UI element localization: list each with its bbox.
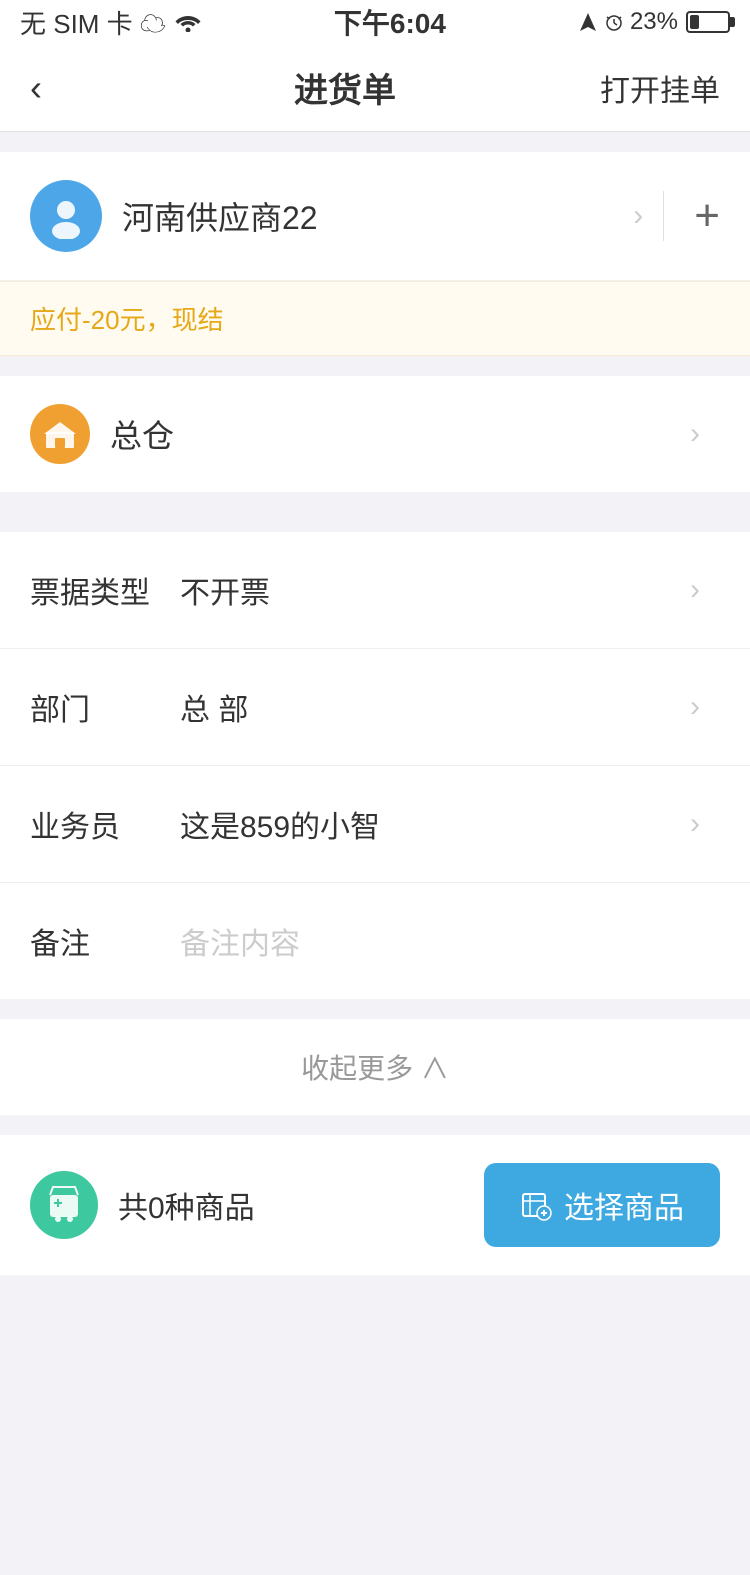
- location-icon: [578, 12, 598, 32]
- bottom-bar: 共0种商品 选择商品: [0, 1135, 750, 1275]
- remark-input[interactable]: 备注内容: [150, 919, 720, 963]
- notice-row: 应付-20元，现结: [0, 281, 750, 356]
- select-product-icon: [520, 1189, 552, 1221]
- warehouse-chevron-icon: ›: [690, 417, 700, 451]
- product-count-area: 共0种商品: [30, 1171, 255, 1239]
- battery-percent: 23%: [630, 8, 678, 36]
- warehouse-building-icon: [42, 416, 78, 452]
- department-chevron-icon: ›: [690, 690, 700, 724]
- form-section: 票据类型 不开票 › 部门 总 部 › 业务员 这是859的小智 › 备注 备注…: [0, 532, 750, 999]
- warehouse-icon-wrap: [30, 404, 90, 464]
- select-product-button[interactable]: 选择商品: [484, 1163, 720, 1247]
- supplier-avatar: [30, 180, 102, 252]
- product-count-text: 共0种商品: [118, 1183, 255, 1227]
- product-icon-wrap: [30, 1171, 98, 1239]
- warehouse-name: 总仓: [110, 411, 690, 457]
- alarm-icon: [604, 12, 624, 32]
- section-gap-1: [0, 132, 750, 152]
- remark-label: 备注: [30, 919, 150, 963]
- collapse-row[interactable]: 收起更多 ∧: [0, 1019, 750, 1115]
- supplier-chevron-icon: ›: [633, 199, 643, 233]
- page-title: 进货单: [294, 63, 396, 112]
- battery-icon: [686, 11, 730, 33]
- status-left: 无 SIM 卡 ☁: [20, 4, 202, 41]
- section-gap-2: [0, 356, 750, 376]
- salesman-chevron-icon: ›: [690, 807, 700, 841]
- remark-row[interactable]: 备注 备注内容: [0, 883, 750, 999]
- person-icon: [43, 193, 89, 239]
- supplier-row[interactable]: 河南供应商22 › +: [0, 152, 750, 281]
- select-product-label: 选择商品: [564, 1183, 684, 1227]
- department-value: 总 部: [150, 685, 690, 729]
- warehouse-row[interactable]: 总仓 ›: [0, 376, 750, 492]
- nav-bar: ‹ 进货单 打开挂单: [0, 44, 750, 132]
- status-time: 下午6:04: [334, 2, 446, 42]
- warehouse-card[interactable]: 总仓 ›: [0, 376, 750, 492]
- status-right: 23%: [578, 8, 730, 36]
- wifi-icon: [174, 12, 202, 32]
- invoice-chevron-icon: ›: [690, 573, 700, 607]
- add-button[interactable]: +: [694, 194, 720, 238]
- back-button[interactable]: ‹: [30, 67, 90, 109]
- page-background: [0, 1275, 750, 1575]
- invoice-type-row[interactable]: 票据类型 不开票 ›: [0, 532, 750, 649]
- salesman-label: 业务员: [30, 802, 150, 846]
- section-gap-3: [0, 492, 750, 512]
- supplier-name: 河南供应商22: [122, 193, 633, 239]
- cart-icon: [44, 1185, 84, 1225]
- invoice-type-label: 票据类型: [30, 568, 150, 612]
- status-bar: 无 SIM 卡 ☁ 下午6:04 23%: [0, 0, 750, 44]
- salesman-row[interactable]: 业务员 这是859的小智 ›: [0, 766, 750, 883]
- supplier-card: 河南供应商22 › + 应付-20元，现结: [0, 152, 750, 356]
- signal-text: 无 SIM 卡 ☁: [20, 4, 166, 41]
- department-label: 部门: [30, 685, 150, 729]
- invoice-type-value: 不开票: [150, 568, 690, 612]
- salesman-value: 这是859的小智: [150, 802, 690, 846]
- open-pending-button[interactable]: 打开挂单: [600, 66, 720, 110]
- notice-text: 应付-20元，现结: [30, 305, 224, 335]
- collapse-label: 收起更多 ∧: [301, 1047, 449, 1087]
- vertical-divider: [663, 191, 664, 241]
- department-row[interactable]: 部门 总 部 ›: [0, 649, 750, 766]
